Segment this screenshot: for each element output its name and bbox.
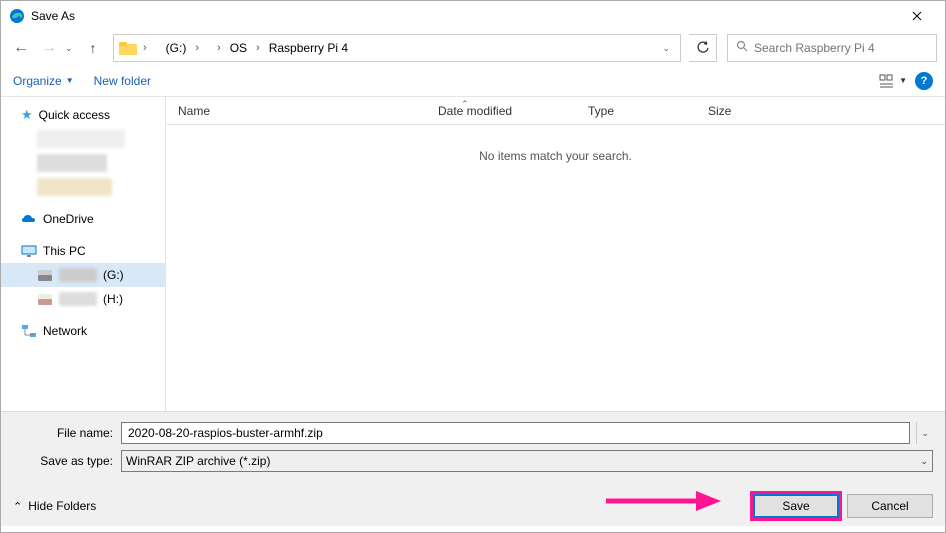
filename-input[interactable] xyxy=(121,422,910,444)
drive-icon xyxy=(37,269,53,282)
save-button[interactable]: Save xyxy=(753,494,839,518)
file-list: Name ⌃ Date modified Type Size No items … xyxy=(166,97,945,411)
sidebar-onedrive[interactable]: OneDrive xyxy=(1,207,165,231)
search-icon xyxy=(736,39,748,57)
sidebar: ★ Quick access OneDrive This PC xyxy=(1,97,166,411)
sidebar-label: Network xyxy=(43,324,87,338)
forward-button[interactable]: → xyxy=(37,36,61,60)
network-icon xyxy=(21,324,37,338)
sidebar-label: (G:) xyxy=(103,268,124,282)
refresh-button[interactable] xyxy=(689,34,717,62)
column-type[interactable]: Type xyxy=(576,104,696,118)
sidebar-label: OneDrive xyxy=(43,212,94,226)
organize-button[interactable]: Organize▼ xyxy=(13,74,74,88)
sidebar-label: Quick access xyxy=(39,108,110,122)
breadcrumb-blurred-1[interactable] xyxy=(152,46,160,50)
breadcrumb[interactable]: › (G:) › › OS › Raspberry Pi 4 ⌄ xyxy=(113,34,681,62)
sidebar-quick-item-2[interactable] xyxy=(1,151,165,175)
sidebar-drive-h[interactable]: (H:) xyxy=(1,287,165,311)
onedrive-icon xyxy=(21,213,37,225)
filename-label: File name: xyxy=(13,426,121,440)
window-title: Save As xyxy=(31,9,897,23)
this-pc-icon xyxy=(21,245,37,257)
folder-icon xyxy=(118,40,138,56)
breadcrumb-separator: › xyxy=(214,42,224,54)
sort-indicator-icon: ⌃ xyxy=(461,99,469,110)
saveastype-label: Save as type: xyxy=(13,454,121,468)
filename-dropdown[interactable]: ⌄ xyxy=(916,422,933,444)
saveastype-select[interactable]: WinRAR ZIP archive (*.zip) ⌄ xyxy=(121,450,933,472)
column-name[interactable]: Name xyxy=(166,104,426,118)
sidebar-quick-item-1[interactable] xyxy=(1,127,165,151)
sidebar-quick-access[interactable]: ★ Quick access xyxy=(1,103,165,127)
search-box[interactable] xyxy=(727,34,937,62)
breadcrumb-drive[interactable]: (G:) xyxy=(162,39,191,57)
breadcrumb-separator: › xyxy=(140,42,150,54)
nav-history-dropdown[interactable]: ⌄ xyxy=(65,43,77,54)
empty-message: No items match your search. xyxy=(166,149,945,163)
sidebar-label: (H:) xyxy=(103,292,123,306)
edge-icon xyxy=(9,8,25,24)
drive-icon xyxy=(37,293,53,306)
help-button[interactable]: ? xyxy=(915,72,933,90)
sidebar-label: This PC xyxy=(43,244,86,258)
breadcrumb-separator: › xyxy=(253,42,263,54)
column-date[interactable]: Date modified xyxy=(426,104,576,118)
search-input[interactable] xyxy=(754,41,928,55)
hide-folders-button[interactable]: ⌃ Hide Folders xyxy=(13,499,96,513)
new-folder-button[interactable]: New folder xyxy=(94,74,151,88)
cancel-button[interactable]: Cancel xyxy=(847,494,933,518)
close-button[interactable] xyxy=(897,1,937,31)
star-pin-icon: ★ xyxy=(21,107,33,123)
view-icon xyxy=(879,74,895,88)
up-button[interactable]: ↑ xyxy=(81,36,105,60)
breadcrumb-expand[interactable]: ⌄ xyxy=(656,43,676,54)
breadcrumb-folder-os[interactable]: OS xyxy=(226,39,251,57)
view-toggle[interactable]: ▼ xyxy=(879,74,907,88)
sidebar-quick-item-3[interactable] xyxy=(1,175,165,199)
sidebar-this-pc[interactable]: This PC xyxy=(1,239,165,263)
sidebar-network[interactable]: Network xyxy=(1,319,165,343)
sidebar-drive-g[interactable]: (G:) xyxy=(1,263,165,287)
breadcrumb-blurred-2[interactable] xyxy=(204,46,212,50)
chevron-down-icon: ⌄ xyxy=(920,456,928,467)
column-size[interactable]: Size xyxy=(696,104,776,118)
breadcrumb-separator: › xyxy=(192,42,202,54)
back-button[interactable]: ← xyxy=(9,36,33,60)
breadcrumb-folder-rpi4[interactable]: Raspberry Pi 4 xyxy=(265,39,352,57)
